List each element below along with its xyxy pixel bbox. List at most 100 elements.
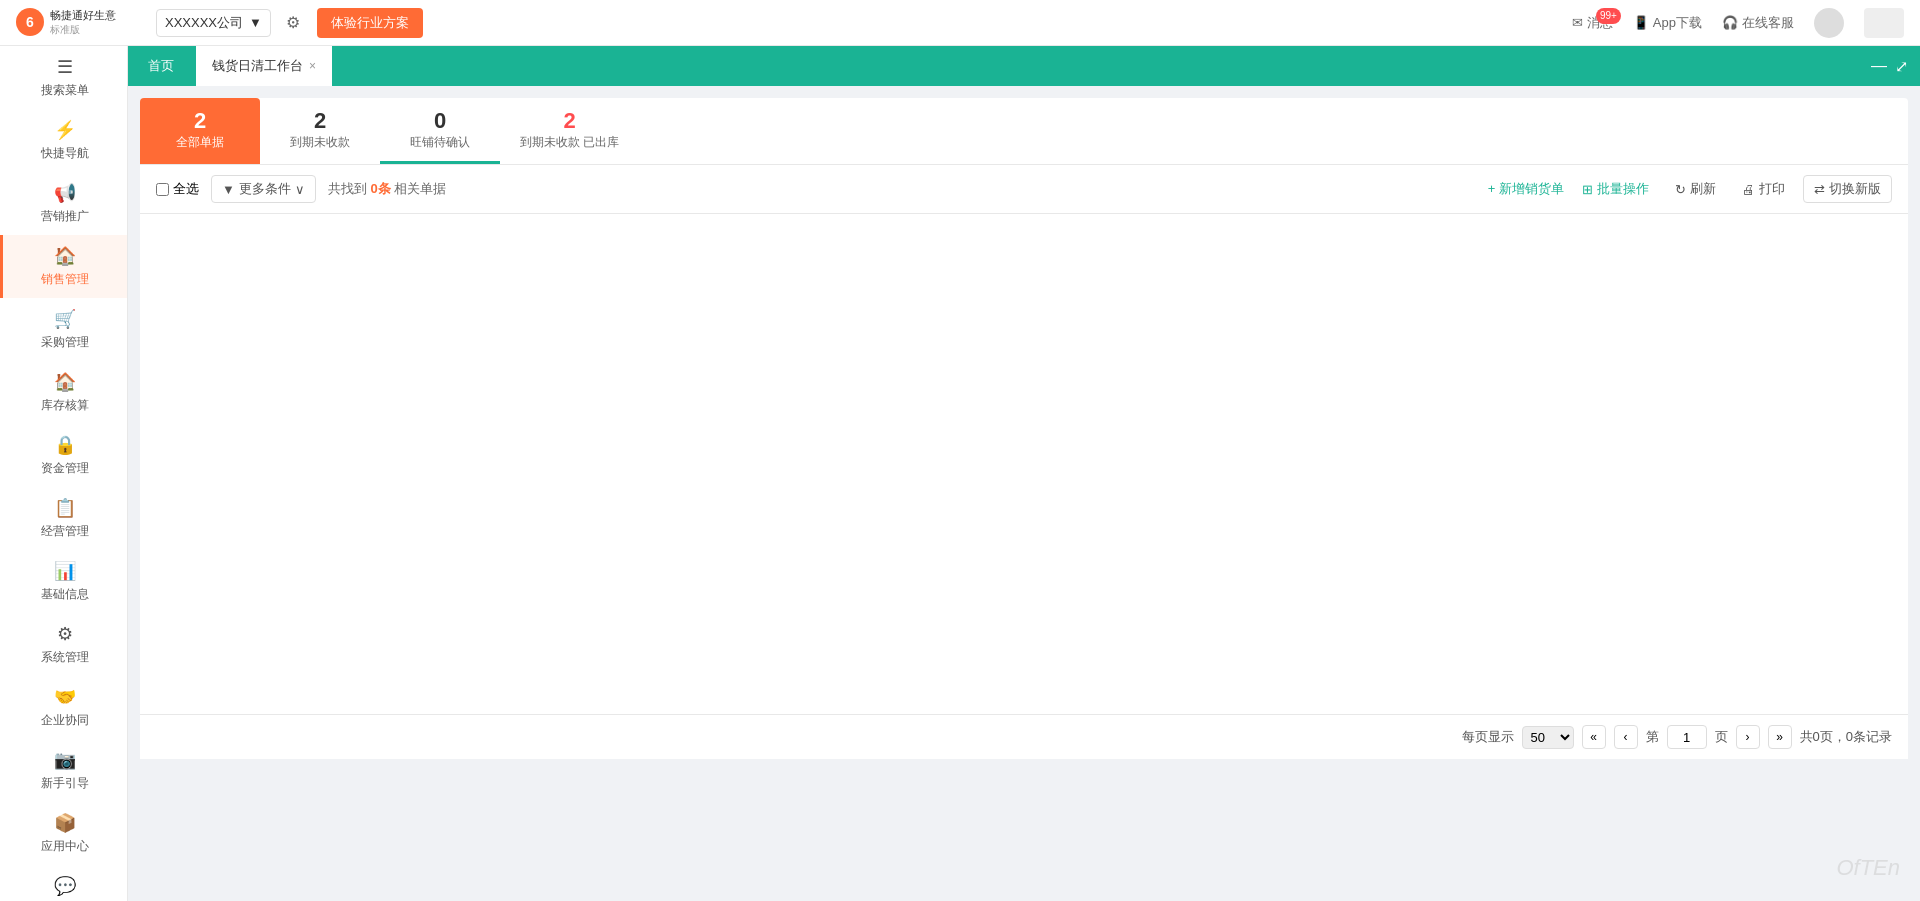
- quick-nav-icon: ⚡: [54, 119, 76, 141]
- header-right: ✉ 消息 99+ 📱 App下载 🎧 在线客服: [1572, 8, 1904, 38]
- sidebar-item-marketing[interactable]: 📢 营销推广: [0, 172, 127, 235]
- sidebar-label-basicinfo: 基础信息: [41, 586, 89, 603]
- page-input[interactable]: [1667, 725, 1707, 749]
- print-button[interactable]: 🖨 打印: [1734, 176, 1793, 202]
- summary-tab-overdue-out[interactable]: 2 到期未收款 已出库: [500, 98, 639, 164]
- select-all-label: 全选: [173, 180, 199, 198]
- active-tab-label: 钱货日清工作台: [212, 57, 303, 75]
- new-order-button[interactable]: + 新增销货单: [1488, 180, 1564, 198]
- toolbar: 全选 ▼ 更多条件 ∨ 共找到 0条 相关单据 + 新增销货单 ⊞ 批量操作 ↻…: [140, 165, 1908, 214]
- sidebar-item-appcenter[interactable]: 📦 应用中心: [0, 802, 127, 865]
- tab-overdue-out-label: 到期未收款 已出库: [520, 134, 619, 151]
- sidebar-label-marketing: 营销推广: [41, 208, 89, 225]
- filter-label: 更多条件: [239, 180, 291, 198]
- page-suffix: 页: [1715, 728, 1728, 746]
- batch-op-button[interactable]: ⊞ 批量操作: [1574, 176, 1657, 202]
- sidebar-item-wechat[interactable]: 💬 企业微信: [0, 865, 127, 901]
- tab-close-button[interactable]: ×: [309, 59, 316, 73]
- empty-state: [140, 214, 1908, 614]
- messages-badge: 99+: [1596, 8, 1621, 24]
- messages-button[interactable]: ✉ 消息 99+: [1572, 14, 1613, 32]
- tab-expand-button[interactable]: ⤢: [1895, 57, 1908, 76]
- sidebar-item-quicknav[interactable]: ⚡ 快捷导航: [0, 109, 127, 172]
- sidebar-item-sales[interactable]: 🏠 销售管理: [0, 235, 127, 298]
- switch-version-button[interactable]: ⇄ 切换新版: [1803, 175, 1892, 203]
- online-service-button[interactable]: 🎧 在线客服: [1722, 14, 1794, 32]
- summary-tab-overdue[interactable]: 2 到期未收款: [260, 98, 380, 164]
- sidebar-label-finance: 资金管理: [41, 460, 89, 477]
- filter-chevron: ∨: [295, 182, 305, 197]
- tab-active[interactable]: 钱货日清工作台 ×: [196, 46, 332, 86]
- guide-icon: 📷: [54, 749, 76, 771]
- system-icon: ⚙: [57, 623, 73, 645]
- summary-tab-pending[interactable]: 0 旺铺待确认: [380, 98, 500, 164]
- select-all-checkbox[interactable]: 全选: [156, 180, 199, 198]
- tab-home[interactable]: 首页: [128, 46, 194, 86]
- tab-pending-label: 旺铺待确认: [410, 134, 470, 151]
- user-info[interactable]: [1864, 8, 1904, 38]
- first-page-button[interactable]: «: [1582, 725, 1606, 749]
- refresh-button[interactable]: ↻ 刷新: [1667, 176, 1724, 202]
- refresh-icon: ↻: [1675, 182, 1686, 197]
- content-area: [140, 214, 1908, 714]
- tab-overdue-count: 2: [314, 108, 326, 134]
- print-label: 打印: [1759, 180, 1785, 198]
- settings-button[interactable]: ⚙: [279, 9, 307, 37]
- sidebar-label-purchase: 采购管理: [41, 334, 89, 351]
- last-page-button[interactable]: »: [1768, 725, 1792, 749]
- sidebar-label-appcenter: 应用中心: [41, 838, 89, 855]
- per-page-select[interactable]: 50 100 200: [1522, 726, 1574, 749]
- sidebar-label-quicknav: 快捷导航: [41, 145, 89, 162]
- sidebar-item-purchase[interactable]: 🛒 采购管理: [0, 298, 127, 361]
- sales-icon: 🏠: [54, 245, 76, 267]
- prev-page-button[interactable]: ‹: [1614, 725, 1638, 749]
- inventory-icon: 🏠: [54, 371, 76, 393]
- tab-actions: — ⤢: [1871, 57, 1920, 76]
- cooperation-icon: 🤝: [54, 686, 76, 708]
- filter-button[interactable]: ▼ 更多条件 ∨: [211, 175, 316, 203]
- marketing-icon: 📢: [54, 182, 76, 204]
- top-header: 6 畅捷通好生意 标准版 XXXXXX公司 ▼ ⚙ 体验行业方案 ✉ 消息 99…: [0, 0, 1920, 46]
- app-logo: 6: [16, 8, 44, 36]
- batch-op-label: 批量操作: [1597, 180, 1649, 198]
- batch-op-icon: ⊞: [1582, 182, 1593, 197]
- sidebar-item-finance[interactable]: 🔒 资金管理: [0, 424, 127, 487]
- next-page-button[interactable]: ›: [1736, 725, 1760, 749]
- sidebar-label-operations: 经营管理: [41, 523, 89, 540]
- company-name: XXXXXX公司: [165, 14, 243, 32]
- tab-minimize-button[interactable]: —: [1871, 57, 1887, 76]
- sidebar-item-basicinfo[interactable]: 📊 基础信息: [0, 550, 127, 613]
- search-menu-icon: ☰: [57, 56, 73, 78]
- service-icon: 🎧: [1722, 15, 1738, 30]
- toolbar-right: + 新增销货单 ⊞ 批量操作 ↻ 刷新 🖨 打印 ⇄ 切换新版: [1488, 175, 1892, 203]
- found-text: 共找到 0条 相关单据: [328, 180, 446, 198]
- sidebar-item-search[interactable]: ☰ 搜索菜单: [0, 46, 127, 109]
- tab-pending-count: 0: [434, 108, 446, 134]
- download-icon: 📱: [1633, 15, 1649, 30]
- sidebar-item-guide[interactable]: 📷 新手引导: [0, 739, 127, 802]
- sidebar-label-cooperation: 企业协同: [41, 712, 89, 729]
- sidebar-item-system[interactable]: ⚙ 系统管理: [0, 613, 127, 676]
- switch-icon: ⇄: [1814, 182, 1825, 197]
- app-name: 畅捷通好生意: [50, 8, 116, 22]
- sidebar-item-inventory[interactable]: 🏠 库存核算: [0, 361, 127, 424]
- tab-overdue-label: 到期未收款: [290, 134, 350, 151]
- sidebar-item-operations[interactable]: 📋 经营管理: [0, 487, 127, 550]
- app-download-button[interactable]: 📱 App下载: [1633, 14, 1702, 32]
- select-all-input[interactable]: [156, 183, 169, 196]
- trial-button[interactable]: 体验行业方案: [317, 8, 423, 38]
- avatar[interactable]: [1814, 8, 1844, 38]
- found-count: 0条: [371, 181, 391, 196]
- summary-tab-all[interactable]: 2 全部单据: [140, 98, 260, 164]
- main-content: 2 全部单据 2 到期未收款 0 旺铺待确认 2 到期未收款 已出库 全选 ▼ …: [128, 86, 1920, 901]
- sidebar-item-cooperation[interactable]: 🤝 企业协同: [0, 676, 127, 739]
- tab-all-label: 全部单据: [176, 134, 224, 151]
- basicinfo-icon: 📊: [54, 560, 76, 582]
- sidebar-label-inventory: 库存核算: [41, 397, 89, 414]
- app-version: 标准版: [50, 23, 116, 37]
- company-dropdown-icon: ▼: [249, 15, 262, 30]
- sidebar-label-system: 系统管理: [41, 649, 89, 666]
- filter-icon: ▼: [222, 182, 235, 197]
- company-selector[interactable]: XXXXXX公司 ▼: [156, 9, 271, 37]
- sidebar-label-guide: 新手引导: [41, 775, 89, 792]
